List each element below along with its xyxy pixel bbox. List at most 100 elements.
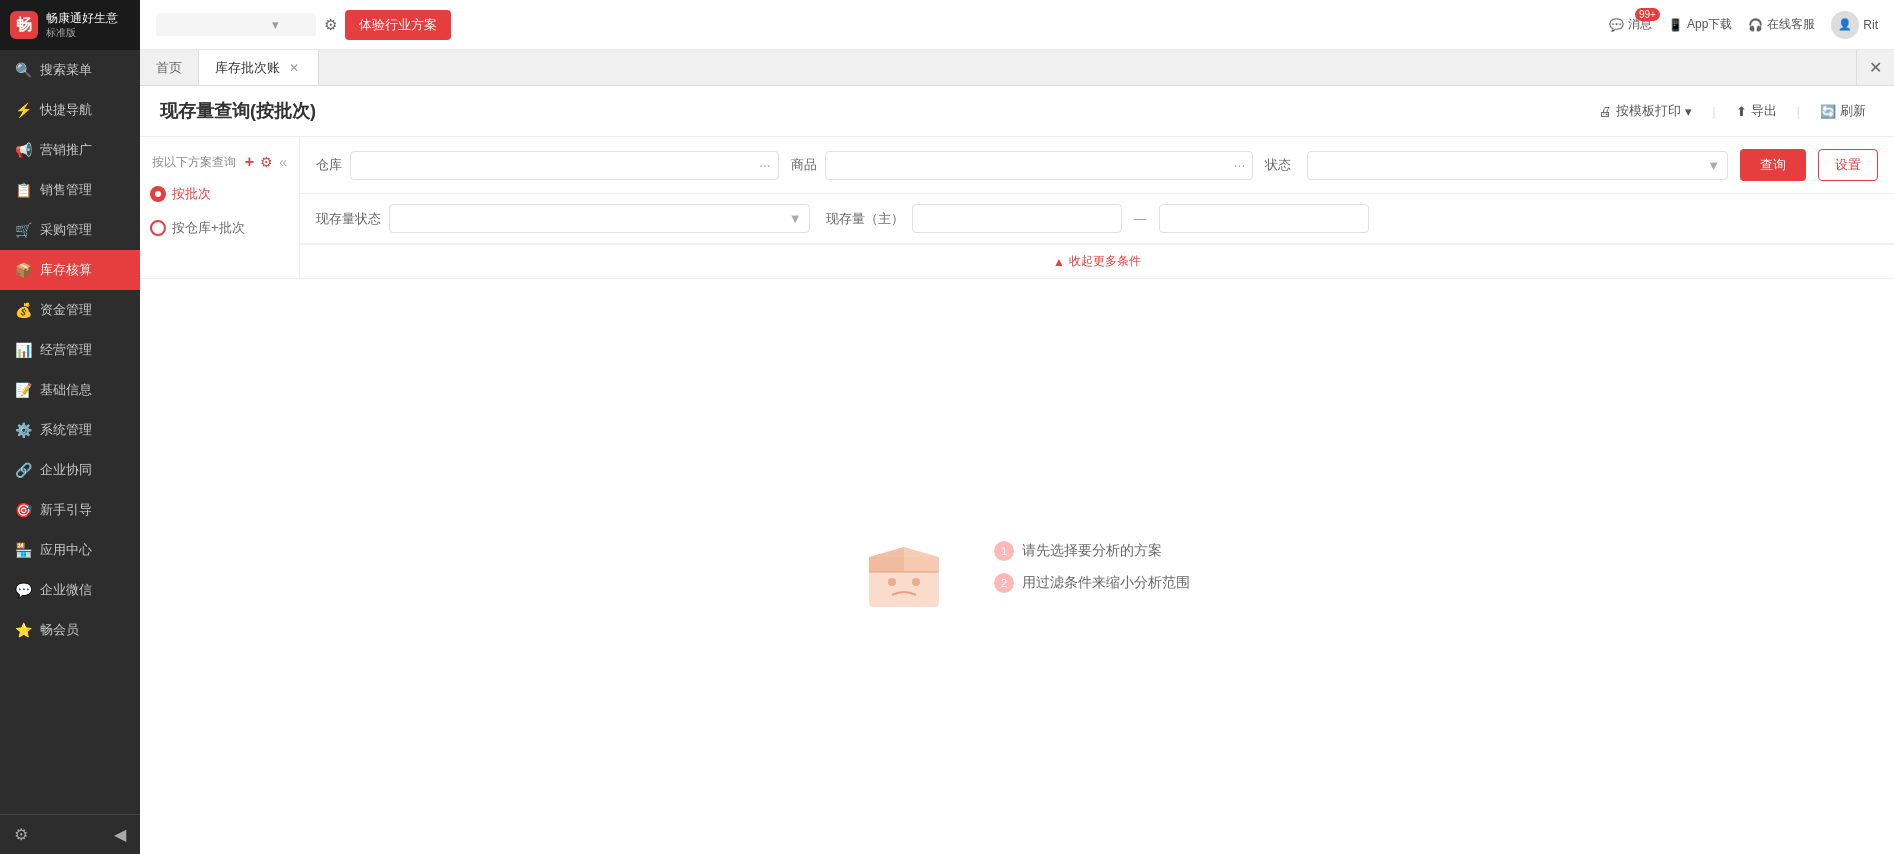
sidebar-item-basic[interactable]: 📝 基础信息 — [0, 370, 140, 410]
wechat-icon: 💬 — [14, 581, 32, 599]
right-filter-area: 仓库 ··· 商品 ··· 状态 — [300, 137, 1894, 278]
warehouse-more-icon[interactable]: ··· — [759, 157, 771, 173]
scheme-item-by-warehouse-batch[interactable]: 按仓库+批次 — [140, 211, 299, 245]
topbar-settings-icon[interactable]: ⚙ — [324, 16, 337, 34]
chart-icon: 📊 — [14, 341, 32, 359]
empty-icon-wrapper — [844, 507, 964, 627]
store-icon: 🏪 — [14, 541, 32, 559]
gear-icon: ⚙️ — [14, 421, 32, 439]
query-button[interactable]: 查询 — [1740, 149, 1806, 181]
add-scheme-icon[interactable]: + — [245, 153, 254, 171]
user-profile-button[interactable]: 👤 Rit — [1831, 11, 1878, 39]
page-title: 现存量查询(按批次) — [160, 99, 316, 123]
sidebar-item-wxenterprise[interactable]: 💬 企业微信 — [0, 570, 140, 610]
filter-product-field: 商品 ··· — [791, 151, 1254, 180]
inventory-qty-from[interactable] — [912, 204, 1122, 233]
money-icon: 💰 — [14, 301, 32, 319]
trial-button[interactable]: 体验行业方案 — [345, 10, 451, 40]
sidebar-item-label: 搜索菜单 — [40, 61, 92, 79]
topbar-search-input[interactable] — [166, 18, 266, 32]
sidebar-item-enterprise[interactable]: 🔗 企业协同 — [0, 450, 140, 490]
collapse-sidebar-icon[interactable]: ◀ — [114, 825, 126, 844]
customer-service-label: 在线客服 — [1767, 16, 1815, 33]
tab-batch-account[interactable]: 库存批次账 ✕ — [199, 50, 319, 85]
sidebar-item-search[interactable]: 🔍 搜索菜单 — [0, 50, 140, 90]
inventory-status-select[interactable] — [389, 204, 810, 233]
app-download-button[interactable]: 📱 App下载 — [1668, 16, 1732, 33]
filter-row-1: 仓库 ··· 商品 ··· 状态 — [300, 137, 1894, 194]
refresh-label: 刷新 — [1840, 102, 1866, 120]
footer-settings-icon[interactable]: ⚙ — [14, 825, 28, 844]
page-actions: 🖨 按模板打印 ▾ | ⬆ 导出 | 🔄 刷新 — [1591, 98, 1874, 124]
close-tab-icon[interactable]: ✕ — [286, 60, 302, 76]
topbar-search-area[interactable]: ▾ — [156, 13, 316, 36]
scheme-label-by-batch: 按批次 — [172, 185, 211, 203]
scheme-label-by-warehouse-batch: 按仓库+批次 — [172, 219, 245, 237]
sidebar-item-inventory[interactable]: 📦 库存核算 — [0, 250, 140, 290]
headset-icon: 🎧 — [1748, 18, 1763, 32]
inventory-status-field: 现存量状态 ▼ — [316, 204, 810, 233]
settings-scheme-icon[interactable]: ⚙ — [260, 154, 273, 170]
sidebar-item-system[interactable]: ⚙️ 系统管理 — [0, 410, 140, 450]
sidebar-footer: ⚙ ◀ — [0, 814, 140, 854]
edition-label: 标准版 — [46, 26, 118, 40]
scheme-radio-filled — [150, 186, 166, 202]
product-input[interactable] — [825, 151, 1254, 180]
home-tab-label: 首页 — [156, 59, 182, 77]
tab-home[interactable]: 首页 — [140, 50, 199, 85]
settings-button[interactable]: 设置 — [1818, 149, 1878, 181]
step-2-circle: 2 — [994, 573, 1014, 593]
filter-collapse-button[interactable]: ▲ 收起更多条件 — [300, 244, 1894, 278]
clipboard-icon: 📋 — [14, 181, 32, 199]
search-icon: 🔍 — [14, 61, 32, 79]
sidebar-item-marketing[interactable]: 📢 营销推广 — [0, 130, 140, 170]
inventory-qty-label: 现存量（主） — [826, 210, 904, 228]
link-icon: 🔗 — [14, 461, 32, 479]
filter-wrapper: 按以下方案查询 + ⚙ « 按批次 按仓库+批次 — [140, 137, 1894, 279]
customer-service-button[interactable]: 🎧 在线客服 — [1748, 16, 1815, 33]
note-icon: 📝 — [14, 381, 32, 399]
sidebar-item-membership[interactable]: ⭐ 畅会员 — [0, 610, 140, 650]
inventory-status-label: 现存量状态 — [316, 210, 381, 228]
print-dropdown-icon[interactable]: ▾ — [1685, 104, 1692, 119]
box-icon: 📦 — [14, 261, 32, 279]
action-divider: | — [1712, 104, 1715, 119]
refresh-button[interactable]: 🔄 刷新 — [1812, 98, 1874, 124]
refresh-icon: 🔄 — [1820, 104, 1836, 119]
megaphone-icon: 📢 — [14, 141, 32, 159]
export-button[interactable]: ⬆ 导出 — [1728, 98, 1785, 124]
scheme-item-by-batch[interactable]: 按批次 — [140, 177, 299, 211]
sidebar-item-sales[interactable]: 📋 销售管理 — [0, 170, 140, 210]
warehouse-input[interactable] — [350, 151, 779, 180]
sidebar-item-quick-nav[interactable]: ⚡ 快捷导航 — [0, 90, 140, 130]
tabbar-close-button[interactable]: ✕ — [1856, 50, 1894, 85]
sidebar-item-purchase[interactable]: 🛒 采购管理 — [0, 210, 140, 250]
print-button[interactable]: 🖨 按模板打印 ▾ — [1591, 98, 1700, 124]
topbar-dropdown-icon[interactable]: ▾ — [272, 17, 279, 32]
collapse-scheme-icon[interactable]: « — [279, 154, 287, 170]
product-more-icon[interactable]: ··· — [1234, 157, 1246, 173]
sidebar-item-newuser[interactable]: 🎯 新手引导 — [0, 490, 140, 530]
batch-tab-label: 库存批次账 — [215, 59, 280, 77]
inventory-qty-to[interactable] — [1159, 204, 1369, 233]
app-logo: 畅 — [10, 11, 38, 39]
scheme-radio-ring — [150, 220, 166, 236]
svg-point-5 — [912, 578, 920, 586]
scheme-title: 按以下方案查询 — [152, 154, 236, 171]
sidebar-item-finance[interactable]: 💰 资金管理 — [0, 290, 140, 330]
export-label: 导出 — [1751, 102, 1777, 120]
empty-tip-1: 1 请先选择要分析的方案 — [994, 541, 1190, 561]
status-select[interactable] — [1307, 151, 1728, 180]
collapse-arrow-icon: ▲ — [1053, 255, 1065, 269]
sidebar-item-appstore[interactable]: 🏪 应用中心 — [0, 530, 140, 570]
warehouse-label: 仓库 — [316, 156, 342, 174]
avatar: 👤 — [1831, 11, 1859, 39]
empty-tip-2-text: 用过滤条件来缩小分析范围 — [1022, 574, 1190, 592]
filter-row-2: 现存量状态 ▼ 现存量（主） — — [300, 194, 1894, 244]
messages-button[interactable]: 💬 消息 99+ — [1609, 16, 1652, 33]
print-icon: 🖨 — [1599, 104, 1612, 119]
user-name: Rit — [1863, 18, 1878, 32]
action-divider-2: | — [1797, 104, 1800, 119]
sidebar-item-operations[interactable]: 📊 经营管理 — [0, 330, 140, 370]
topbar: ▾ ⚙ 体验行业方案 💬 消息 99+ 📱 App下载 🎧 在线客服 👤 — [140, 0, 1894, 50]
